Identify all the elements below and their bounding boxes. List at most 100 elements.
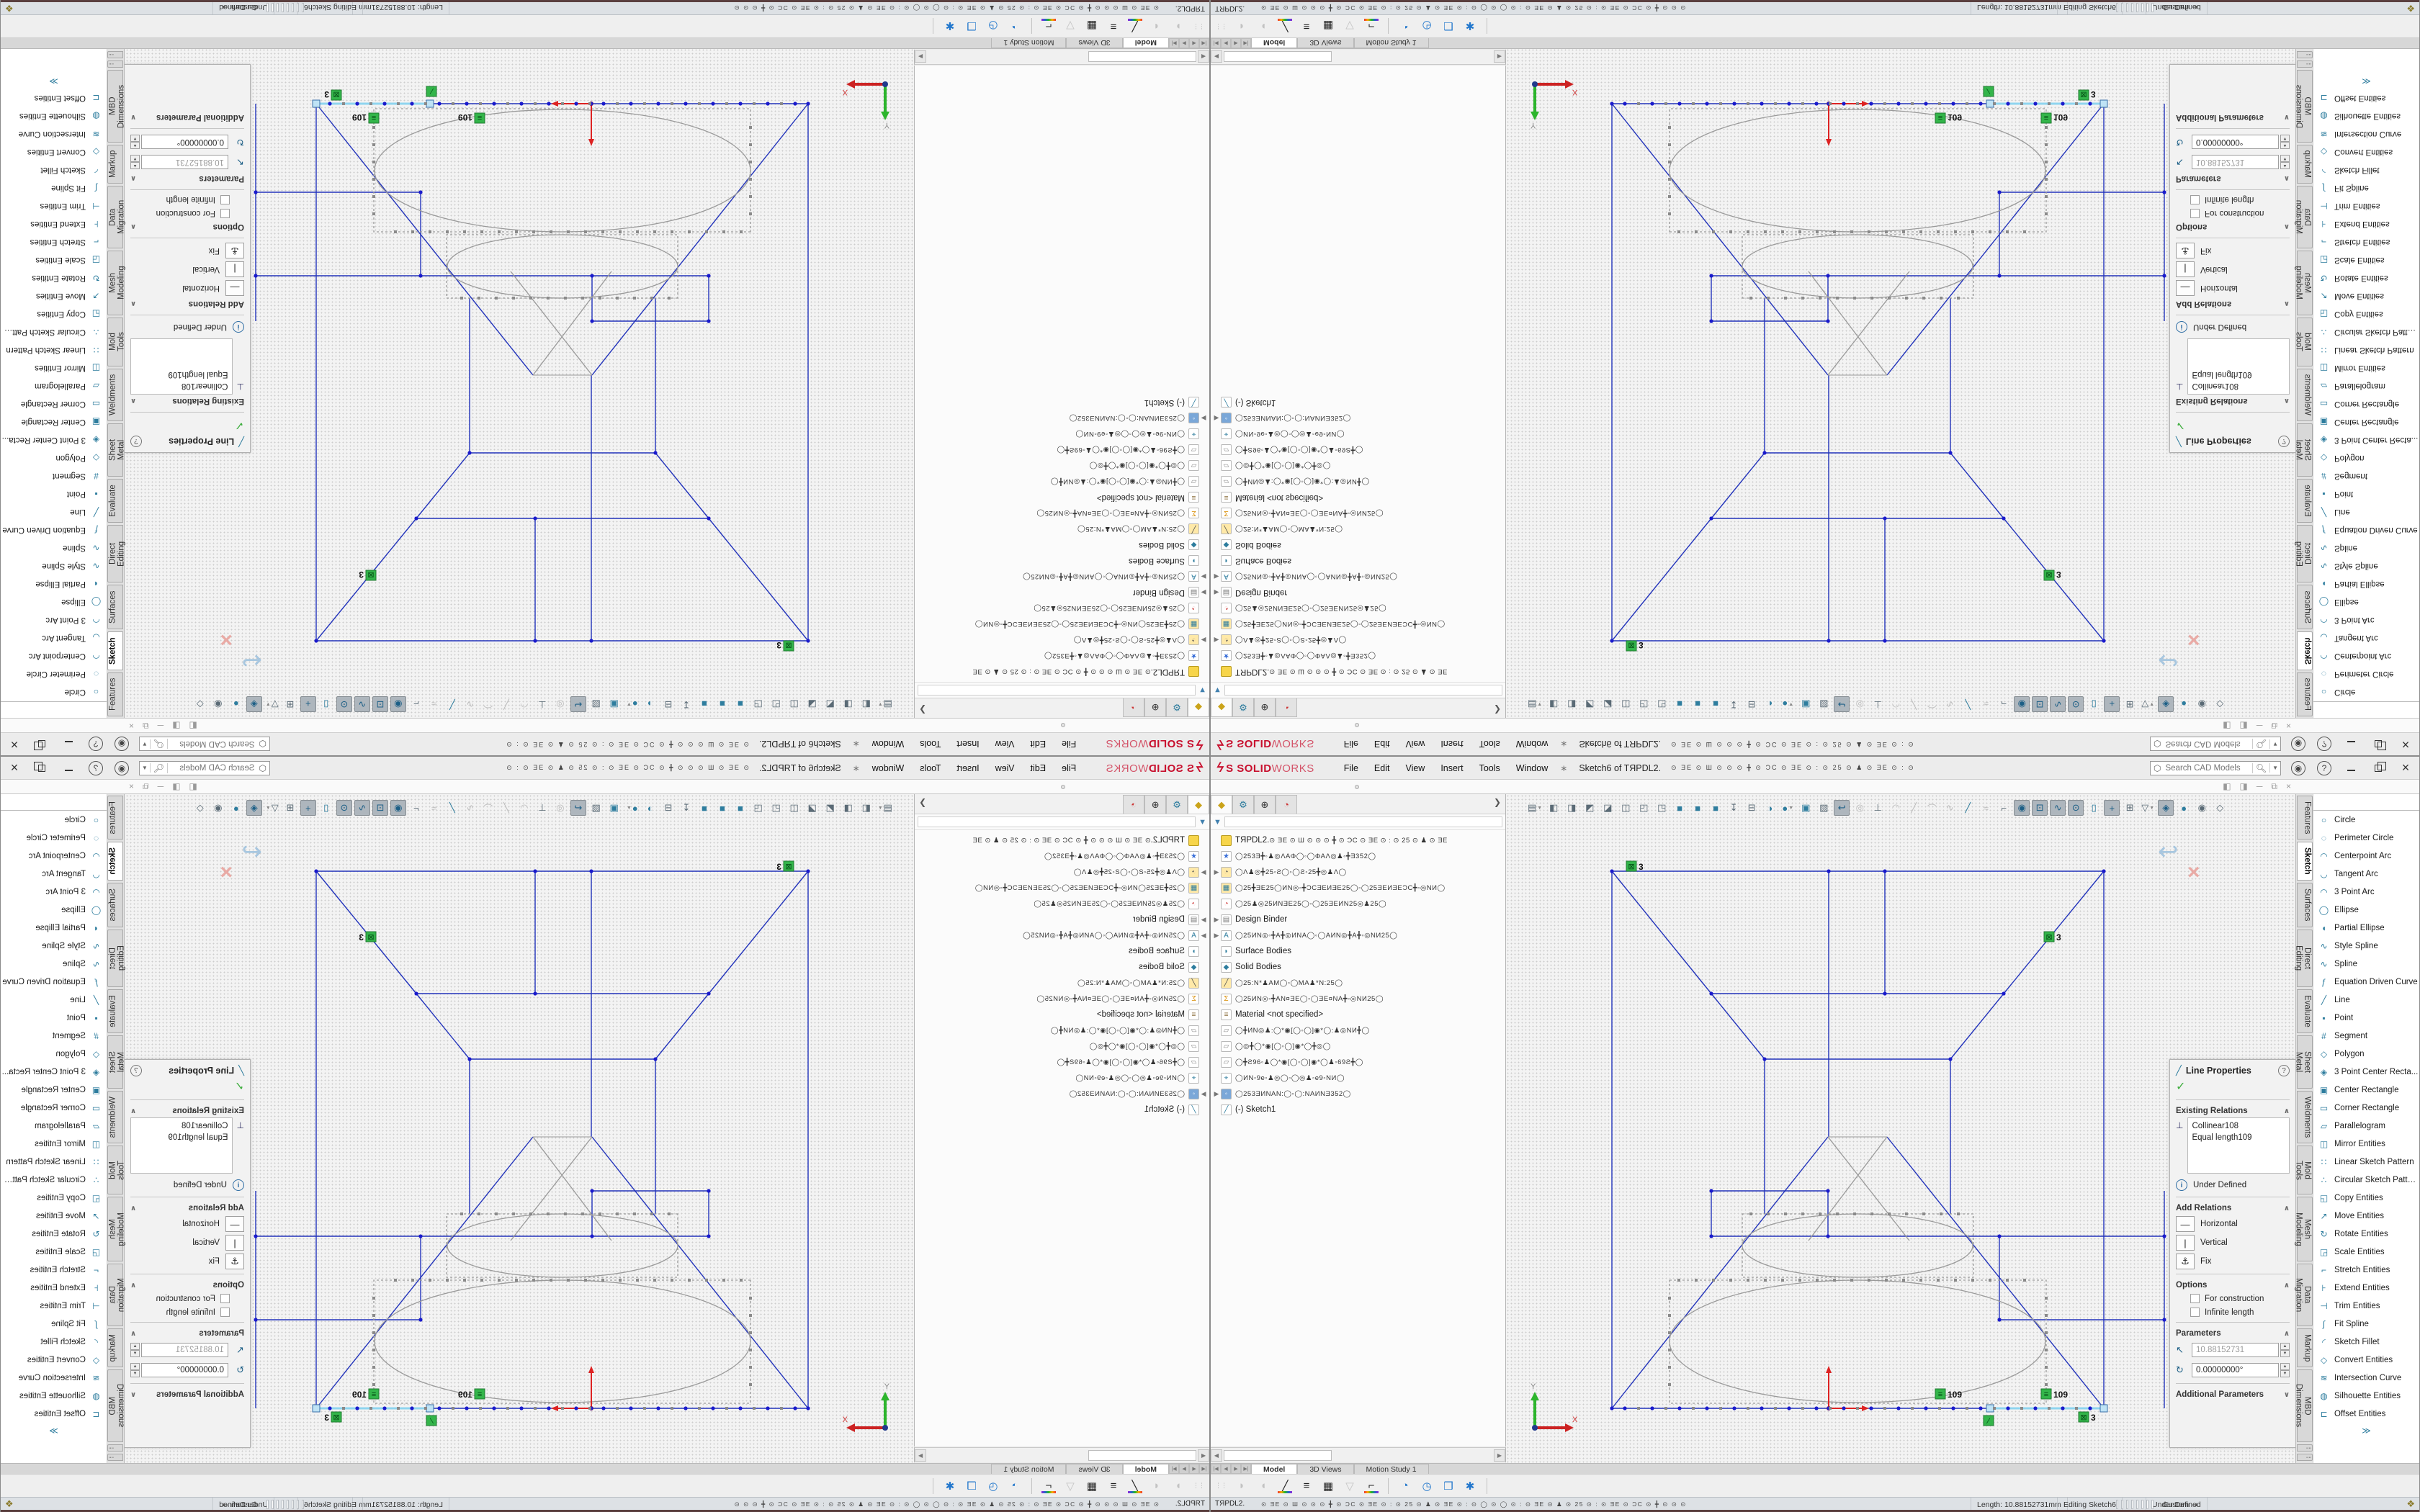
doc-restore-icon[interactable]: ⧉	[143, 781, 149, 792]
menu-view[interactable]: View	[1397, 737, 1433, 752]
sphere-render-icon[interactable]: ●	[228, 696, 244, 712]
menu-file[interactable]: File	[1054, 737, 1084, 752]
sketch-point[interactable]	[1850, 1279, 1853, 1282]
view-cube-bottom-icon[interactable]: ◰	[768, 800, 784, 816]
arc2-ghost-icon[interactable]: ⌒	[1924, 696, 1940, 712]
view-cube-top-icon[interactable]: ◫	[786, 696, 802, 712]
tool-stretch-entities[interactable]: ⌐Stretch Entities	[2313, 1261, 2419, 1279]
tab-nav-buttons[interactable]: |◀◀▶▶|	[1169, 38, 1209, 48]
update-view-icon[interactable]: ⊟	[1744, 800, 1760, 816]
verify-folder-icon[interactable]: ❒	[1439, 1477, 1458, 1495]
option-for-construction[interactable]: For construction	[125, 1292, 250, 1305]
verify-circle-icon[interactable]: ◔	[1005, 18, 1024, 35]
tool-mirror-entities[interactable]: ◫Mirror Entities	[2313, 359, 2419, 377]
sketch-point[interactable]	[1668, 1366, 1671, 1369]
sketch-point[interactable]	[1784, 297, 1787, 300]
sketch-point[interactable]	[1760, 102, 1763, 105]
tab-sketch[interactable]: Sketch	[108, 842, 124, 881]
tool-3-point-arc[interactable]: ◠3 Point Arc	[2313, 883, 2419, 901]
tool-point[interactable]: ▪Point	[1, 1009, 107, 1027]
sketch-point[interactable]	[1668, 1331, 1671, 1334]
tree-filter-input[interactable]	[1224, 816, 1502, 827]
sketch-point[interactable]	[1883, 991, 1886, 995]
sketch-point[interactable]	[671, 1407, 673, 1410]
existing-relations-header[interactable]: Existing Relations∧	[125, 1103, 250, 1117]
cancel-sketch-icon[interactable]: ×	[2187, 627, 2200, 652]
circle-tool-ghost-icon[interactable]: ◎	[1852, 800, 1868, 816]
add-relations-header[interactable]: Add Relations∧	[2170, 297, 2295, 312]
configurationmanager-tab[interactable]: ⊕	[1144, 698, 1166, 717]
sketch-point[interactable]	[424, 1407, 427, 1410]
pencil-icon[interactable]: ╱	[444, 696, 460, 712]
tool-ellipse[interactable]: ◯Ellipse	[2313, 593, 2419, 611]
options-header[interactable]: Options∧	[2170, 220, 2295, 235]
sketch-point[interactable]	[1798, 1279, 1801, 1282]
sketch-point[interactable]	[1787, 102, 1791, 105]
close-button[interactable]: ×	[2395, 737, 2416, 752]
menu-window[interactable]: Window	[864, 737, 912, 752]
update-view-icon[interactable]: ⊟	[1744, 696, 1760, 712]
normal-to-icon[interactable]: ↧	[678, 696, 694, 712]
sketch-point[interactable]	[707, 991, 710, 995]
sketch-point[interactable]	[1836, 1212, 1839, 1215]
sketch-point[interactable]	[1883, 639, 1886, 642]
sketch-point[interactable]	[1668, 212, 1671, 215]
half-section-icon[interactable]: ◑	[1762, 696, 1778, 712]
spline-ghost-icon[interactable]: ∿	[1942, 800, 1958, 816]
sketch-point[interactable]	[1677, 1406, 1681, 1410]
ambient-occlusion-icon[interactable]: ◉	[2194, 696, 2210, 712]
datum-rainbow-icon[interactable]: ⌐	[1039, 18, 1058, 35]
configurationmanager-tab[interactable]: ⊕	[1254, 698, 1276, 717]
sketch-point[interactable]	[806, 639, 810, 642]
expander-icon[interactable]: ▶	[1199, 589, 1208, 597]
tool-polygon[interactable]: ◇Polygon	[2313, 449, 2419, 467]
tool-intersection-curve[interactable]: ≋Intersection Curve	[2313, 125, 2419, 143]
doc-minimize-icon[interactable]: ─	[2257, 720, 2263, 731]
search-dropdown-icon[interactable]: ▼	[140, 763, 151, 773]
tree-filter-input[interactable]	[918, 685, 1196, 696]
doc-minimize-icon[interactable]: ─	[158, 781, 164, 792]
sketch-point[interactable]	[547, 1406, 550, 1410]
tree-row-material-not-specified-[interactable]: ≡Material <not specified>	[915, 490, 1208, 505]
sketch-point[interactable]	[749, 143, 752, 146]
sketch-point[interactable]	[1966, 102, 1968, 105]
sketch-point[interactable]	[1695, 1279, 1698, 1282]
tab-weldments[interactable]: Weldments	[2297, 1091, 2313, 1143]
sketch-point[interactable]	[1826, 1234, 1829, 1238]
tool-move-entities[interactable]: ↗Move Entities	[1, 287, 107, 305]
sketch-point[interactable]	[1978, 1406, 1982, 1410]
tool-segment[interactable]: #Segment	[1, 1027, 107, 1045]
annotation-table-icon[interactable]: ▦	[1319, 18, 1337, 35]
tool-fit-spline[interactable]: ∫Fit Spline	[2313, 1315, 2419, 1333]
sketch-point[interactable]	[1883, 102, 1886, 105]
doc-next-icon[interactable]: ◨	[172, 781, 180, 792]
sketch-point[interactable]	[749, 161, 752, 163]
shaded-view-icon[interactable]: ◈	[246, 696, 262, 712]
tree-row[interactable]: ▶◔◯Λ♟◎╋25◦Ƨ◯◦◯Ƨ◦25╋◎♟Λ◯	[915, 632, 1208, 648]
tab-nav-buttons[interactable]: |◀◀▶▶|	[1211, 38, 1251, 48]
view-cube-bottom-icon[interactable]: ◰	[768, 696, 784, 712]
add-relation-fix[interactable]: ⚓Fix	[125, 1252, 250, 1271]
sketch-point[interactable]	[588, 1407, 591, 1410]
planes-visibility-icon[interactable]: ▯	[318, 696, 334, 712]
tab--[interactable]: ⁞	[2297, 60, 2313, 68]
sketch-point[interactable]	[1677, 1279, 1680, 1282]
tab-markup[interactable]: Markup	[108, 145, 124, 184]
view-cube-back-icon[interactable]: ◨	[841, 800, 856, 816]
configurationmanager-tab[interactable]: ⊕	[1144, 795, 1166, 814]
sketch-point[interactable]	[1709, 516, 1713, 520]
sketch-point[interactable]	[529, 1212, 532, 1215]
help-book-icon[interactable]: ❖	[5, 1498, 14, 1510]
panel-help-icon[interactable]: ?	[130, 1065, 142, 1076]
tool-fit-spline[interactable]: ∫Fit Spline	[2313, 179, 2419, 197]
relation-item[interactable]: Equal length109	[2192, 1132, 2285, 1143]
tool-line[interactable]: ╱Line	[1, 991, 107, 1009]
tab-features[interactable]: Features	[2297, 796, 2313, 840]
move-arrows-icon[interactable]: +	[2104, 696, 2120, 712]
length-field[interactable]: 10.88152731	[141, 1343, 228, 1357]
tool-circular-sketch-pattern[interactable]: ∴Circular Sketch Pattern	[1, 1171, 107, 1189]
tab-direct-editing[interactable]: Direct Editing	[108, 525, 124, 583]
sketch-point[interactable]	[738, 102, 742, 105]
tab-markup[interactable]: Markup	[2297, 145, 2313, 184]
scroll-left-icon[interactable]: ◀	[1198, 51, 1209, 63]
